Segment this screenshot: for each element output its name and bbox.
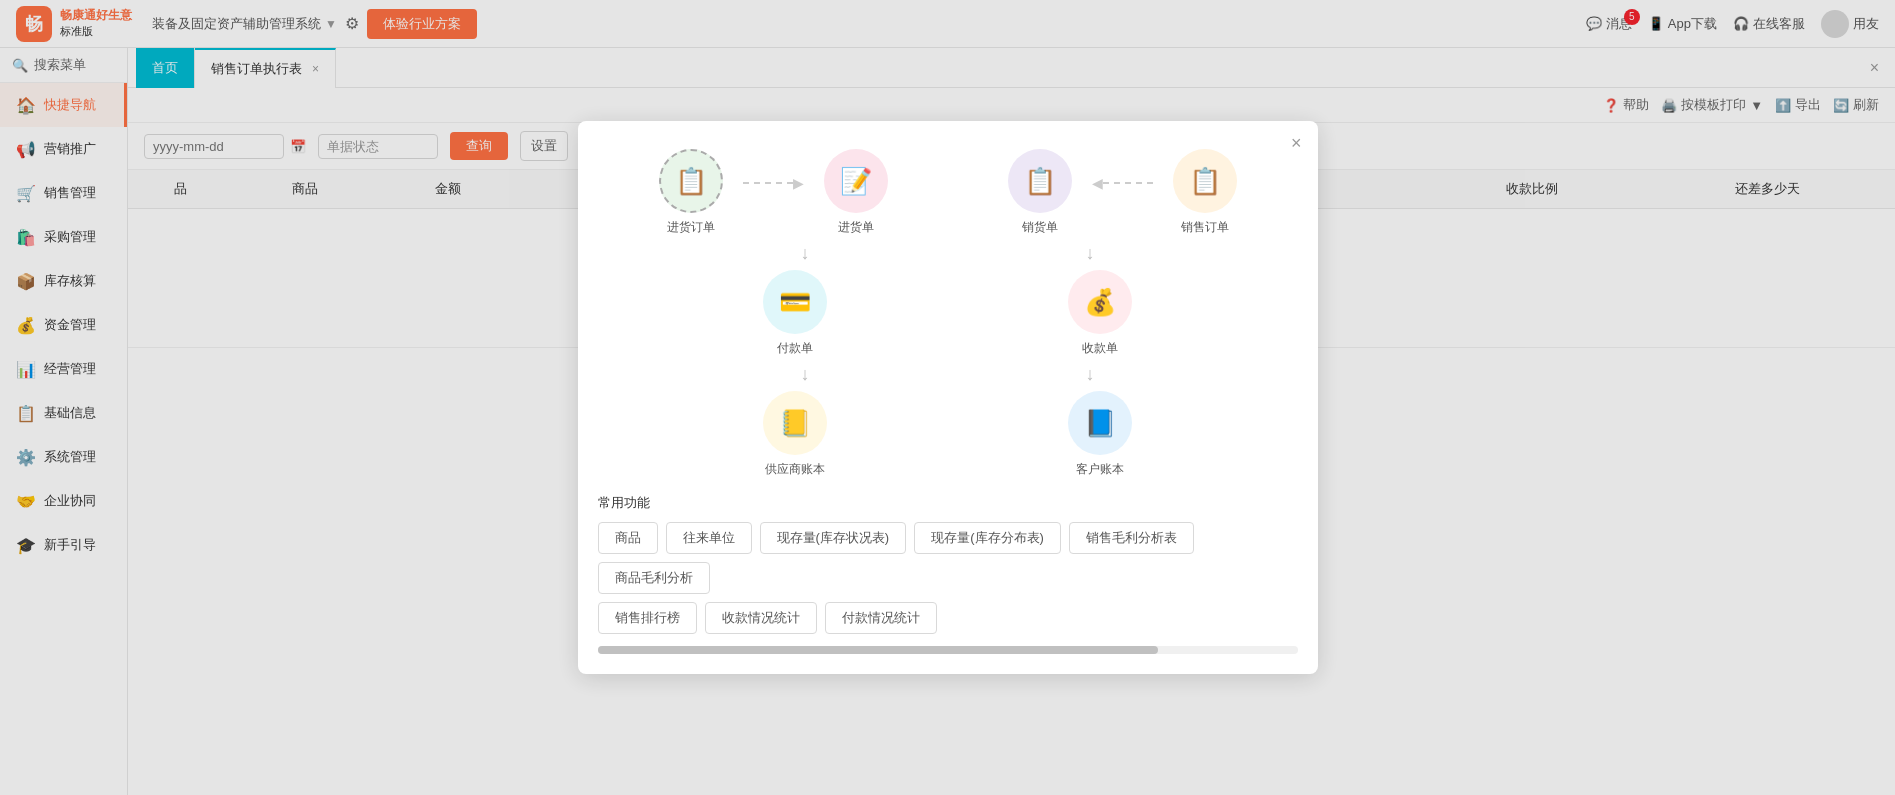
supplier-ledger-label: 供应商账本 [765, 461, 825, 478]
flow-circle-sales-order: 📋 [1173, 149, 1237, 213]
btn-stock-distribution[interactable]: 现存量(库存分布表) [914, 522, 1061, 554]
btn-product[interactable]: 商品 [598, 522, 658, 554]
flow-circle-purchase-bill: 📝 [824, 149, 888, 213]
flow-circle-supplier-ledger: 📒 [763, 391, 827, 455]
payment-label: 付款单 [777, 340, 813, 357]
btn-stock-status[interactable]: 现存量(库存状况表) [760, 522, 907, 554]
popup: × 📋 进货订单 ▶ [578, 121, 1318, 674]
purchase-bill-label: 进货单 [838, 219, 874, 236]
receipt-label: 收款单 [1082, 340, 1118, 357]
flow-node-purchase-bill[interactable]: 📝 进货单 [824, 149, 888, 236]
btn-sales-ranking[interactable]: 销售排行榜 [598, 602, 697, 634]
common-section-title: 常用功能 [598, 494, 1298, 512]
flow-circle-payment: 💳 [763, 270, 827, 334]
flow-circle-customer-ledger: 📘 [1068, 391, 1132, 455]
common-buttons-row: 商品 往来单位 现存量(库存状况表) 现存量(库存分布表) 销售毛利分析表 商品… [598, 522, 1298, 594]
purchase-bill-icon: 📝 [840, 166, 872, 197]
receipt-icon: 💰 [1084, 287, 1116, 318]
purchase-order-label: 进货订单 [667, 219, 715, 236]
flow-node-sales-bill[interactable]: 📋 销货单 [1008, 149, 1072, 236]
popup-overlay[interactable]: × 📋 进货订单 ▶ [0, 0, 1895, 795]
flow-node-payment[interactable]: 💳 付款单 [763, 270, 827, 357]
btn-product-margin-analysis[interactable]: 商品毛利分析 [598, 562, 710, 594]
sales-bill-label: 销货单 [1022, 219, 1058, 236]
popup-close-button[interactable]: × [1291, 133, 1302, 154]
btn-sales-margin-analysis[interactable]: 销售毛利分析表 [1069, 522, 1194, 554]
supplier-ledger-icon: 📒 [779, 408, 811, 439]
flow-node-sales-order[interactable]: 📋 销售订单 [1173, 149, 1237, 236]
flow-circle-receipt: 💰 [1068, 270, 1132, 334]
popup-scrollbar[interactable] [598, 646, 1298, 654]
payment-icon: 💳 [779, 287, 811, 318]
btn-counterpart[interactable]: 往来单位 [666, 522, 752, 554]
flow-circle-purchase-order: 📋 [659, 149, 723, 213]
flow-circle-sales-bill: 📋 [1008, 149, 1072, 213]
purchase-order-icon: 📋 [675, 166, 707, 197]
common-buttons-row2: 销售排行榜 收款情况统计 付款情况统计 [598, 602, 1298, 634]
arrow-down-payment: ↓ [801, 365, 810, 383]
arrow-down-sales: ↓ [1086, 244, 1095, 262]
sales-order-label: 销售订单 [1181, 219, 1229, 236]
btn-payment-stats[interactable]: 付款情况统计 [825, 602, 937, 634]
popup-scrollbar-thumb [598, 646, 1158, 654]
flow-node-purchase-order[interactable]: 📋 进货订单 [659, 149, 723, 236]
customer-ledger-label: 客户账本 [1076, 461, 1124, 478]
sales-order-icon: 📋 [1189, 166, 1221, 197]
flow-node-receipt[interactable]: 💰 收款单 [1068, 270, 1132, 357]
arrow-down-purchase: ↓ [801, 244, 810, 262]
common-section: 常用功能 商品 往来单位 现存量(库存状况表) 现存量(库存分布表) 销售毛利分… [598, 494, 1298, 634]
flow-node-supplier-ledger[interactable]: 📒 供应商账本 [763, 391, 827, 478]
arrow-down-receipt: ↓ [1086, 365, 1095, 383]
flow-node-customer-ledger[interactable]: 📘 客户账本 [1068, 391, 1132, 478]
customer-ledger-icon: 📘 [1084, 408, 1116, 439]
sales-bill-icon: 📋 [1024, 166, 1056, 197]
btn-receipt-stats[interactable]: 收款情况统计 [705, 602, 817, 634]
